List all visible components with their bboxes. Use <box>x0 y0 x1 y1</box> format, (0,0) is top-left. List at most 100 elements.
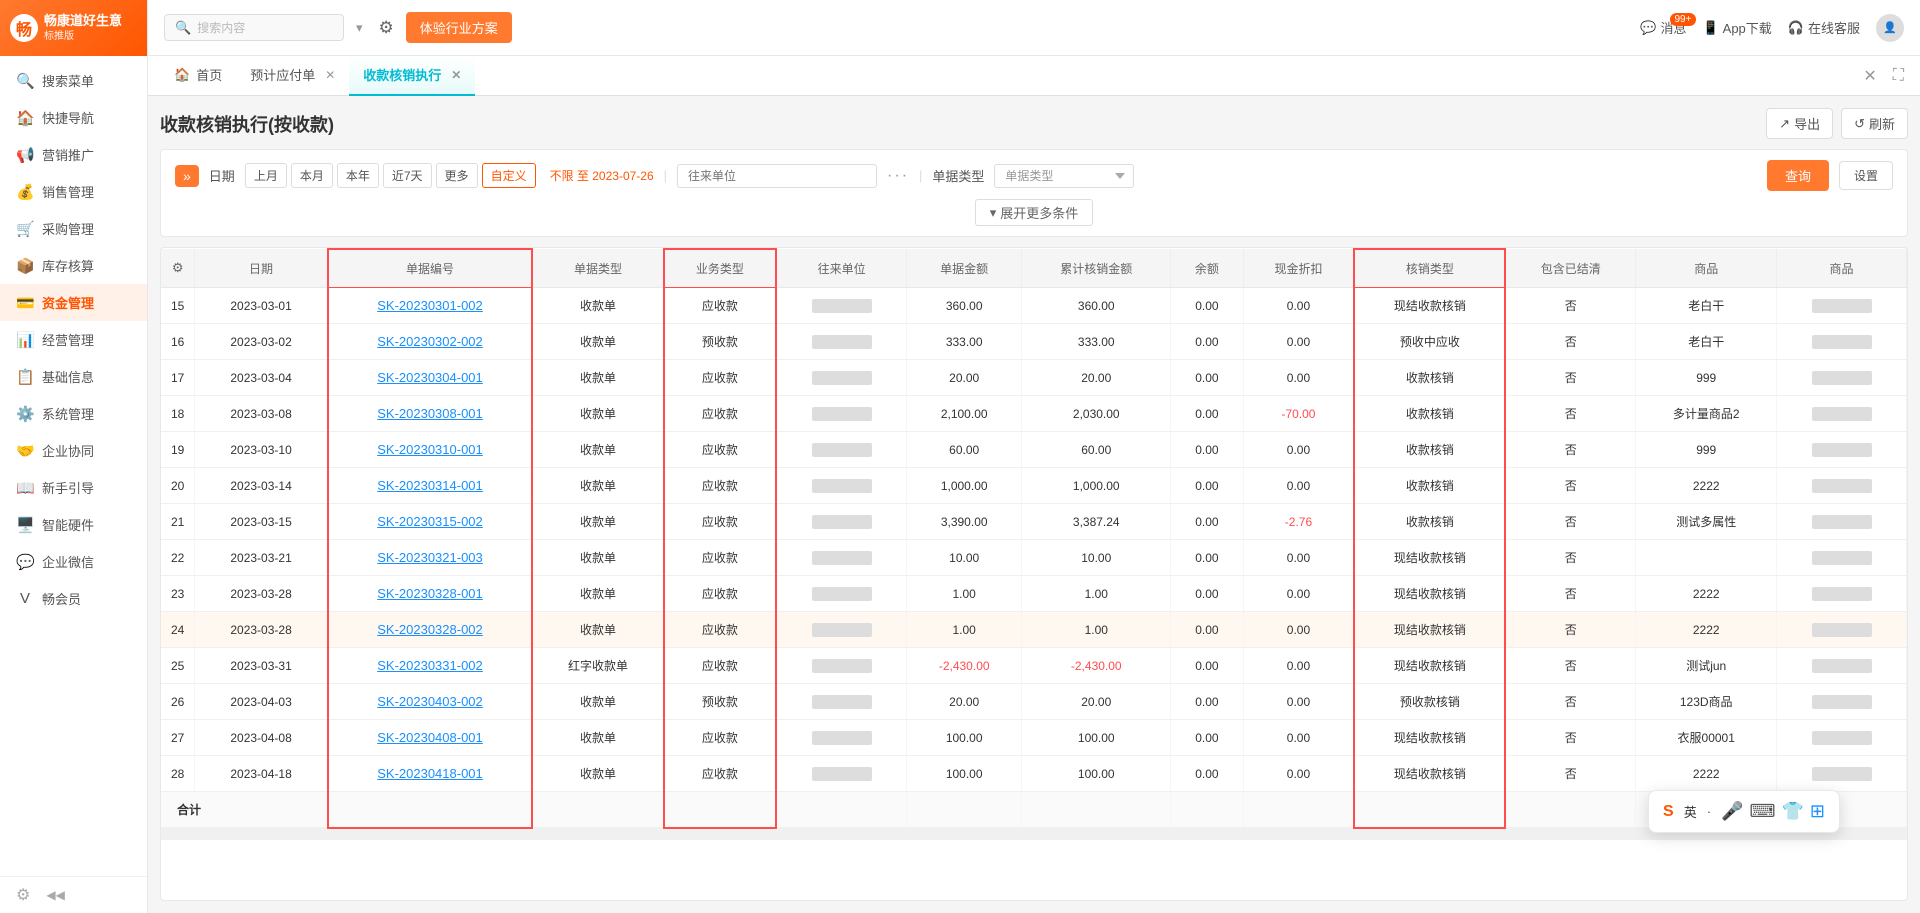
cell-doc-type: 收款单 <box>532 612 664 648</box>
expand-more-btn[interactable]: ▾ 展开更多条件 <box>975 199 1094 226</box>
mic-icon[interactable]: 🎤 <box>1721 801 1743 822</box>
cell-biz-type: 预收款 <box>664 324 776 360</box>
cell-doc-type: 红字收款单 <box>532 648 664 684</box>
table-row: 17 2023-03-04 SK-20230304-001 收款单 应收款 20… <box>161 360 1907 396</box>
tab-home[interactable]: 🏠 首页 <box>160 56 236 96</box>
doc-no-link[interactable]: SK-20230304-001 <box>377 370 483 385</box>
industry-btn[interactable]: 体验行业方案 <box>406 12 512 43</box>
cell-amount: 1.00 <box>907 612 1022 648</box>
cell-verified: 60.00 <box>1022 432 1171 468</box>
settings-icon[interactable]: ⚙ <box>16 885 30 905</box>
settings-col-icon[interactable]: ⚙ <box>172 260 184 275</box>
gear-icon[interactable]: ⚙ <box>379 18 394 38</box>
tab-collection[interactable]: 收款核销执行 ✕ <box>349 56 475 96</box>
last-month-btn[interactable]: 上月 <box>245 163 287 188</box>
doc-no-link[interactable]: SK-20230328-001 <box>377 586 483 601</box>
online-service-btn[interactable]: 🎧 在线客服 <box>1788 18 1860 37</box>
cell-goods1: 2222 <box>1636 468 1777 504</box>
cell-goods1: 2222 <box>1636 612 1777 648</box>
sidebar-item-label: 销售管理 <box>42 182 94 201</box>
more-dates-btn[interactable]: 更多 <box>436 163 478 188</box>
custom-date-btn[interactable]: 自定义 <box>482 163 536 188</box>
sidebar-item-wechat[interactable]: 💬企业微信 <box>0 543 147 580</box>
cell-balance: 0.00 <box>1171 576 1243 612</box>
tab-payable-close[interactable]: ✕ <box>325 68 335 82</box>
doc-no-link[interactable]: SK-20230321-003 <box>377 550 483 565</box>
dropdown-icon[interactable]: ▾ <box>356 20 363 36</box>
cell-no: 24 <box>161 612 195 648</box>
cell-doc-type: 收款单 <box>532 432 664 468</box>
cell-goods2 <box>1777 396 1907 432</box>
sidebar-item-purchase[interactable]: 🛒采购管理 <box>0 210 147 247</box>
doc-no-link[interactable]: SK-20230315-002 <box>377 514 483 529</box>
cell-goods1: 老白干 <box>1636 288 1777 324</box>
export-btn[interactable]: ↗ 导出 <box>1766 108 1833 139</box>
messages-btn[interactable]: 💬 消息 99+ <box>1640 18 1686 37</box>
last-7days-btn[interactable]: 近7天 <box>383 163 432 188</box>
search-icon: 🔍 <box>16 72 34 90</box>
sidebar-item-corp[interactable]: 🤝企业协同 <box>0 432 147 469</box>
doc-no-link[interactable]: SK-20230331-002 <box>377 658 483 673</box>
this-month-btn[interactable]: 本月 <box>291 163 333 188</box>
cell-verify-type: 收款核销 <box>1354 360 1505 396</box>
filter-dots[interactable]: ··· <box>887 167 909 185</box>
inventory-icon: 📦 <box>16 257 34 275</box>
doc-no-link[interactable]: SK-20230408-001 <box>377 730 483 745</box>
th-settings: ⚙ <box>161 249 195 288</box>
cell-balance: 0.00 <box>1171 756 1243 792</box>
sidebar-item-inventory[interactable]: 📦库存核算 <box>0 247 147 284</box>
sidebar-item-quicknav[interactable]: 🏠快捷导航 <box>0 99 147 136</box>
doc-type-select[interactable]: 单据类型 <box>994 164 1134 188</box>
guide-icon: 📖 <box>16 479 34 497</box>
tab-collection-close[interactable]: ✕ <box>451 68 461 82</box>
cell-discount: 0.00 <box>1243 756 1354 792</box>
sidebar-item-hardware[interactable]: 🖥️智能硬件 <box>0 506 147 543</box>
sidebar-item-guide[interactable]: 📖新手引导 <box>0 469 147 506</box>
keyboard-icon[interactable]: ⌨ <box>1750 801 1776 822</box>
cell-balance: 0.00 <box>1171 612 1243 648</box>
close-window-icon[interactable]: ✕ <box>1859 62 1880 90</box>
collapse-icon[interactable]: ◀◀ <box>46 888 64 902</box>
shirt-icon[interactable]: 👕 <box>1781 801 1803 822</box>
doc-no-link[interactable]: SK-20230302-002 <box>377 334 483 349</box>
cell-doc-type: 收款单 <box>532 288 664 324</box>
sidebar-item-sales[interactable]: 💰销售管理 <box>0 173 147 210</box>
tab-payable[interactable]: 预计应付单 ✕ <box>236 56 349 96</box>
cell-doc-no: SK-20230302-002 <box>328 324 532 360</box>
fullscreen-icon[interactable]: ⛶ <box>1889 63 1908 89</box>
doc-no-link[interactable]: SK-20230418-001 <box>377 766 483 781</box>
grid-icon[interactable]: ⊞ <box>1810 801 1825 822</box>
cell-doc-type: 收款单 <box>532 684 664 720</box>
cell-verify-type: 现结收款核销 <box>1354 756 1505 792</box>
table-row: 27 2023-04-08 SK-20230408-001 收款单 应收款 10… <box>161 720 1907 756</box>
filter-expand-btn[interactable]: » <box>175 165 199 187</box>
setting-btn[interactable]: 设置 <box>1839 161 1893 190</box>
sidebar-item-basic[interactable]: 📋基础信息 <box>0 358 147 395</box>
search-bar[interactable]: 🔍 搜索内容 <box>164 14 344 41</box>
cell-goods2 <box>1777 576 1907 612</box>
refresh-btn[interactable]: ↺ 刷新 <box>1841 108 1908 139</box>
doc-no-link[interactable]: SK-20230403-002 <box>377 694 483 709</box>
filter-row-main: » 日期 上月 本月 本年 近7天 更多 自定义 不限 至 2023-07-26… <box>175 160 1893 191</box>
this-year-btn[interactable]: 本年 <box>337 163 379 188</box>
doc-no-link[interactable]: SK-20230308-001 <box>377 406 483 421</box>
topbar: 🔍 搜索内容 ▾ ⚙ 体验行业方案 💬 消息 99+ 📱 App下载 🎧 在线客… <box>148 0 1920 56</box>
app-download-btn[interactable]: 📱 App下载 <box>1702 18 1771 37</box>
sidebar-item-operations[interactable]: 📊经营管理 <box>0 321 147 358</box>
doc-no-link[interactable]: SK-20230328-002 <box>377 622 483 637</box>
sidebar-item-system[interactable]: ⚙️系统管理 <box>0 395 147 432</box>
partner-input[interactable] <box>677 164 877 188</box>
user-avatar[interactable]: 👤 <box>1876 14 1904 42</box>
sidebar-item-marketing[interactable]: 📢营销推广 <box>0 136 147 173</box>
doc-no-link[interactable]: SK-20230301-002 <box>377 298 483 313</box>
th-verify-type: 核销类型 <box>1354 249 1505 288</box>
doc-no-link[interactable]: SK-20230314-001 <box>377 478 483 493</box>
cell-goods2 <box>1777 360 1907 396</box>
sidebar-item-finance[interactable]: 💳资金管理 <box>0 284 147 321</box>
sidebar-item-search[interactable]: 🔍搜索菜单 <box>0 62 147 99</box>
doc-no-link[interactable]: SK-20230310-001 <box>377 442 483 457</box>
sidebar-item-member[interactable]: V畅会员 <box>0 580 147 617</box>
cell-date: 2023-04-03 <box>195 684 328 720</box>
cell-no: 16 <box>161 324 195 360</box>
query-btn[interactable]: 查询 <box>1767 160 1829 191</box>
